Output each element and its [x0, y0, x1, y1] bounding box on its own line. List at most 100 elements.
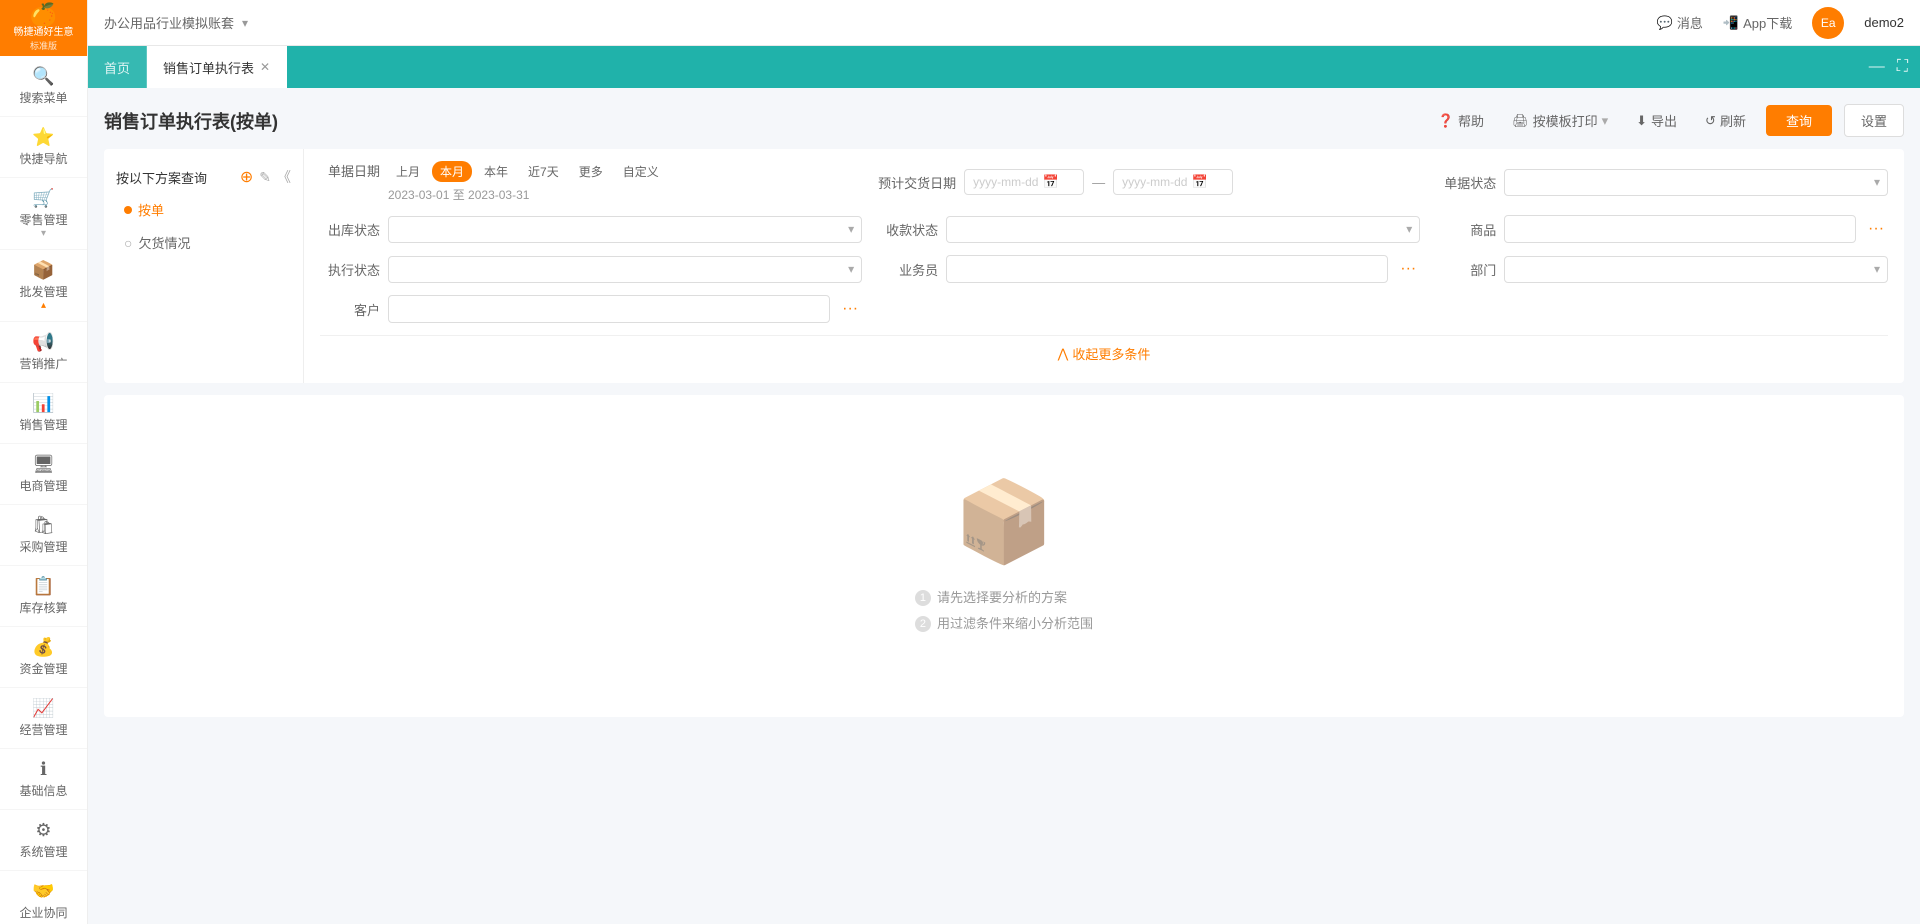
- customer-more-icon[interactable]: ···: [838, 300, 862, 318]
- date-tab-custom[interactable]: 自定义: [615, 161, 667, 182]
- filter-left: 按以下方案查询 ⊕ ✎ 《 按单 ○ 欠货情况: [104, 149, 304, 383]
- filter-right: 单据日期 上月 本月 本年 近7天 更多 自定义 2023-03-01 至 20…: [304, 149, 1904, 383]
- topbar: 办公用品行业模拟账套 ▾ 💬 消息 📲 App下载 Ea demo2: [88, 0, 1920, 46]
- message-icon: 💬: [1657, 15, 1673, 31]
- system-icon: ⚙: [4, 820, 83, 841]
- help-icon: ❓: [1438, 113, 1454, 129]
- department-select-wrap: [1504, 256, 1888, 283]
- sidebar-item-operations-label: 经营管理: [4, 721, 83, 738]
- page-header-actions: ❓ 帮助 🖨 按模板打印 ▾ ⬇ 导出 ↺ 刷新 查询 设置: [1430, 104, 1904, 137]
- tab-minimize-icon[interactable]: —: [1869, 58, 1885, 76]
- date-tabs: 上月 本月 本年 近7天 更多 自定义: [388, 161, 862, 182]
- order-status-field: 单据状态: [1436, 169, 1888, 196]
- refresh-button[interactable]: ↺ 刷新: [1697, 107, 1754, 134]
- print-label: 按模板打印: [1533, 111, 1598, 130]
- sidebar-item-inventory[interactable]: 📋 库存核算: [0, 566, 87, 627]
- goods-input[interactable]: [1504, 215, 1856, 243]
- sidebar-item-system[interactable]: ⚙ 系统管理: [0, 810, 87, 871]
- tab-sales-order[interactable]: 销售订单执行表 ✕: [147, 46, 287, 88]
- expected-date-label: 预计交货日期: [878, 173, 956, 192]
- expected-date-end-input[interactable]: yyyy-mm-dd 📅: [1113, 169, 1233, 195]
- customer-field: 客户 ···: [320, 295, 862, 323]
- settings-button[interactable]: 设置: [1844, 104, 1904, 137]
- tab-maximize-icon[interactable]: ⛶: [1897, 58, 1908, 76]
- sidebar-item-retail[interactable]: 🛒 零售管理 ▾: [0, 178, 87, 250]
- execution-status-select[interactable]: [388, 256, 862, 283]
- order-status-select-wrap: [1504, 169, 1888, 196]
- sidebar-item-search-menu[interactable]: 🔍 搜索菜单: [0, 56, 87, 117]
- finance-icon: 💰: [4, 637, 83, 658]
- app-download-button[interactable]: 📲 App下载: [1723, 13, 1792, 32]
- customer-input[interactable]: [388, 295, 830, 323]
- tab-close-icon[interactable]: ✕: [260, 60, 270, 74]
- search-menu-icon: 🔍: [4, 66, 83, 87]
- refresh-label: 刷新: [1720, 111, 1746, 130]
- user-name: demo2: [1864, 15, 1904, 30]
- delivery-status-field: 出库状态: [320, 216, 862, 243]
- sidebar-item-ecommerce[interactable]: 🖥 电商管理: [0, 444, 87, 505]
- calendar-end-icon: 📅: [1191, 174, 1207, 190]
- sidebar-item-quick-nav[interactable]: ⭐ 快捷导航: [0, 117, 87, 178]
- date-tab-more[interactable]: 更多: [571, 161, 611, 182]
- date-tab-this-year[interactable]: 本年: [476, 161, 516, 182]
- tab-home[interactable]: 首页: [88, 46, 147, 88]
- retail-expand-icon: ▾: [4, 228, 83, 239]
- date-separator: —: [1092, 175, 1105, 190]
- collapse-left-icon[interactable]: 《: [277, 167, 291, 187]
- date-tab-this-month[interactable]: 本月: [432, 161, 472, 182]
- date-tab-last-month[interactable]: 上月: [388, 161, 428, 182]
- salesperson-label: 业务员: [878, 260, 938, 279]
- topbar-dropdown-icon[interactable]: ▾: [242, 16, 248, 30]
- filter-scheme-label: 按以下方案查询: [116, 168, 207, 187]
- order-status-select[interactable]: [1504, 169, 1888, 196]
- query-button[interactable]: 查询: [1766, 105, 1832, 136]
- department-select[interactable]: [1504, 256, 1888, 283]
- sidebar-item-purchase-label: 采购管理: [4, 538, 83, 555]
- filter-left-header-icons: ⊕ ✎ 《: [240, 167, 291, 187]
- sidebar-item-basic[interactable]: ℹ 基础信息: [0, 749, 87, 810]
- purchase-icon: 🛍: [4, 515, 83, 536]
- enterprise-icon: 🤝: [4, 881, 83, 902]
- sidebar-item-purchase[interactable]: 🛍 采购管理: [0, 505, 87, 566]
- sidebar-item-operations[interactable]: 📈 经营管理: [0, 688, 87, 749]
- collection-status-select[interactable]: [946, 216, 1420, 243]
- sidebar-item-wholesale[interactable]: 📦 批发管理 ▴: [0, 250, 87, 322]
- date-range-preset: 2023-03-01 至 2023-03-31: [388, 186, 862, 203]
- filter-scheme-debt[interactable]: ○ 欠货情况: [104, 226, 303, 259]
- wholesale-expand-icon: ▴: [4, 300, 83, 311]
- expected-date-start-input[interactable]: yyyy-mm-dd 📅: [964, 169, 1084, 195]
- edit-scheme-icon[interactable]: ✎: [259, 169, 271, 186]
- customer-label: 客户: [320, 300, 380, 319]
- add-scheme-icon[interactable]: ⊕: [240, 167, 253, 187]
- sidebar-item-enterprise[interactable]: 🤝 企业协同: [0, 871, 87, 924]
- filter-scheme-press-single-label: 按单: [138, 200, 164, 219]
- help-button[interactable]: ❓ 帮助: [1430, 107, 1492, 134]
- date-tab-7days[interactable]: 近7天: [520, 161, 567, 182]
- delivery-status-select[interactable]: [388, 216, 862, 243]
- salesperson-input[interactable]: [946, 255, 1388, 283]
- delivery-status-label: 出库状态: [320, 220, 380, 239]
- filter-scheme-press-single[interactable]: 按单: [104, 193, 303, 226]
- quick-nav-icon: ⭐: [4, 127, 83, 148]
- wholesale-icon: 📦: [4, 260, 83, 281]
- sidebar-item-finance[interactable]: 💰 资金管理: [0, 627, 87, 688]
- user-avatar[interactable]: Ea: [1812, 7, 1844, 39]
- export-icon: ⬇: [1636, 113, 1647, 129]
- sidebar-item-sales[interactable]: 📊 销售管理: [0, 383, 87, 444]
- message-button[interactable]: 💬 消息: [1657, 13, 1703, 32]
- goods-more-icon[interactable]: ···: [1864, 220, 1888, 238]
- empty-tip-1-row: 1 请先选择要分析的方案: [915, 585, 1093, 611]
- date-control: 上月 本月 本年 近7天 更多 自定义 2023-03-01 至 2023-03…: [388, 161, 862, 203]
- sidebar-item-marketing[interactable]: 📢 营销推广: [0, 322, 87, 383]
- print-button[interactable]: 🖨 按模板打印 ▾: [1504, 107, 1616, 134]
- collection-status-label: 收款状态: [878, 220, 938, 239]
- inactive-circle-icon: ○: [124, 235, 132, 251]
- logo-icon: 🍊: [30, 4, 57, 26]
- empty-tips: 1 请先选择要分析的方案 2 用过滤条件来缩小分析范围: [915, 585, 1093, 637]
- export-button[interactable]: ⬇ 导出: [1628, 107, 1685, 134]
- collapse-button[interactable]: ⋀ 收起更多条件: [320, 335, 1888, 371]
- empty-state: 📦 1 请先选择要分析的方案 2 用过滤条件来缩小分析范围: [104, 395, 1904, 717]
- salesperson-more-icon[interactable]: ···: [1396, 260, 1420, 278]
- filter-row-3: 执行状态 业务员 ··· 部门: [320, 255, 1888, 283]
- tabbar: 首页 销售订单执行表 ✕ — ⛶: [88, 46, 1920, 88]
